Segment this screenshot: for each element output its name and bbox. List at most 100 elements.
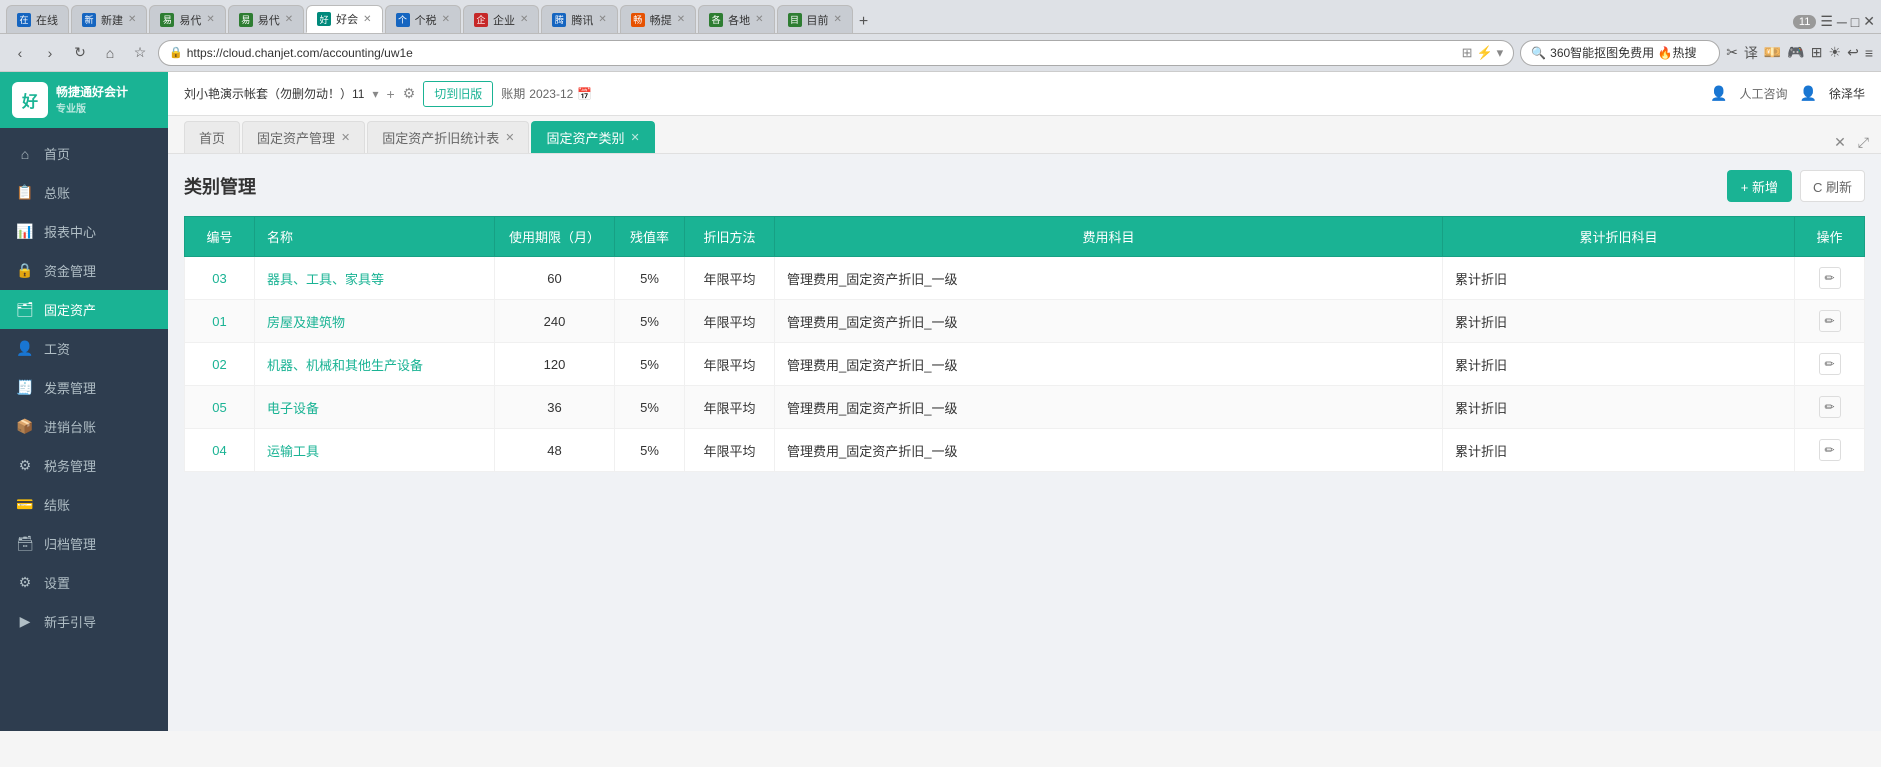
sidebar-item-stock[interactable]: 📦 进销台账 — [0, 407, 168, 446]
menu-icon[interactable]: ≡ — [1865, 45, 1873, 61]
tab-畅提[interactable]: 畅 畅提 ✕ — [620, 5, 696, 33]
tab-目前[interactable]: 目 目前 ✕ — [777, 5, 853, 33]
cell-expense: 管理费用_固定资产折旧_一级 — [775, 257, 1443, 300]
cell-name: 运输工具 — [255, 429, 495, 472]
coupon-icon[interactable]: 💴 — [1764, 44, 1781, 61]
translate-icon[interactable]: 译 — [1744, 43, 1758, 63]
edit-button[interactable]: ✏ — [1819, 353, 1841, 375]
reload-button[interactable]: ↻ — [68, 41, 92, 65]
checkout-icon: 💳 — [16, 496, 34, 513]
tab-close-易代1[interactable]: ✕ — [206, 14, 214, 25]
tab-close-畅提[interactable]: ✕ — [677, 14, 685, 25]
col-header-name: 名称 — [255, 217, 495, 257]
tab-腾讯[interactable]: 腾 腾讯 ✕ — [541, 5, 617, 33]
sidebar-item-capital[interactable]: 🔒 资金管理 — [0, 251, 168, 290]
period-value: 2023-12 — [529, 87, 573, 101]
tab-close-各地[interactable]: ✕ — [755, 14, 763, 25]
add-tab-button[interactable]: + — [853, 13, 874, 31]
home-button[interactable]: ⌂ — [98, 41, 122, 65]
cell-code: 01 — [185, 300, 255, 343]
maximize-panel-icon[interactable]: ⤢ — [1854, 132, 1873, 153]
tab-close-个税[interactable]: ✕ — [442, 14, 450, 25]
sidebar-item-report[interactable]: 📊 报表中心 — [0, 212, 168, 251]
sidebar-item-archive[interactable]: 🗃 归档管理 — [0, 524, 168, 563]
add-account-icon[interactable]: + — [387, 86, 395, 102]
close-panel-icon[interactable]: ✕ — [1830, 132, 1850, 153]
edit-button[interactable]: ✏ — [1819, 310, 1841, 332]
address-input[interactable] — [187, 46, 1458, 60]
tab-新建[interactable]: 新 新建 ✕ — [71, 5, 147, 33]
sidebar-label-guide: 新手引导 — [44, 612, 96, 631]
sidebar-item-settings[interactable]: ⚙ 设置 — [0, 563, 168, 602]
sidebar-item-salary[interactable]: 👤 工资 — [0, 329, 168, 368]
cell-residual: 5% — [615, 343, 685, 386]
page-tab-asset-mgmt-close[interactable]: ✕ — [341, 131, 350, 144]
settings-topbar-icon[interactable]: ⚙ — [403, 85, 416, 102]
sidebar-label-salary: 工资 — [44, 339, 70, 358]
back-button[interactable]: ‹ — [8, 41, 32, 65]
sidebar-item-home[interactable]: ⌂ 首页 — [0, 134, 168, 173]
scissors-icon[interactable]: ✂ — [1726, 44, 1738, 61]
page-tab-home[interactable]: 首页 — [184, 121, 240, 153]
col-header-code: 编号 — [185, 217, 255, 257]
tab-企业[interactable]: 企 企业 ✕ — [463, 5, 539, 33]
dropdown-icon[interactable]: ▾ — [372, 87, 378, 101]
cell-months: 60 — [495, 257, 615, 300]
minimize-icon[interactable]: ─ — [1837, 14, 1847, 30]
cell-residual: 5% — [615, 257, 685, 300]
tab-易代1[interactable]: 易 易代 ✕ — [149, 5, 225, 33]
tab-close-易代2[interactable]: ✕ — [285, 14, 293, 25]
address-dropdown-icon[interactable]: ▾ — [1497, 45, 1504, 61]
cell-code: 04 — [185, 429, 255, 472]
add-button[interactable]: + 新增 — [1727, 170, 1792, 202]
calendar-icon[interactable]: 📅 — [577, 87, 592, 101]
page-tab-asset-category-close[interactable]: ✕ — [631, 131, 640, 144]
tab-close-企业[interactable]: ✕ — [520, 14, 528, 25]
tab-在线[interactable]: 在 在线 — [6, 5, 69, 33]
tab-好会[interactable]: 好 好会 ✕ — [306, 5, 382, 33]
page-tab-asset-category-label: 固定资产类别 — [546, 128, 624, 147]
cell-months: 120 — [495, 343, 615, 386]
refresh-button[interactable]: C 刷新 — [1800, 170, 1865, 202]
page-tab-asset-depreciation[interactable]: 固定资产折旧统计表 ✕ — [367, 121, 529, 153]
customer-service-label[interactable]: 人工咨询 — [1740, 85, 1788, 102]
sidebar-item-invoice[interactable]: 🧾 发票管理 — [0, 368, 168, 407]
sidebar-item-ledger[interactable]: 📋 总账 — [0, 173, 168, 212]
grid-icon[interactable]: ⊞ — [1811, 44, 1823, 61]
tab-close-目前[interactable]: ✕ — [834, 14, 842, 25]
cell-months: 48 — [495, 429, 615, 472]
game-icon[interactable]: 🎮 — [1787, 44, 1804, 61]
page-tab-asset-depreciation-close[interactable]: ✕ — [505, 131, 514, 144]
tab-易代2[interactable]: 易 易代 ✕ — [228, 5, 304, 33]
sidebar-item-fixed-asset[interactable]: 🗂 固定资产 — [0, 290, 168, 329]
page-tab-asset-category[interactable]: 固定资产类别 ✕ — [531, 121, 654, 153]
tab-各地[interactable]: 各 各地 ✕ — [698, 5, 774, 33]
close-icon[interactable]: ✕ — [1863, 13, 1875, 30]
edit-button[interactable]: ✏ — [1819, 267, 1841, 289]
tab-close-好会[interactable]: ✕ — [363, 14, 371, 25]
forward-button[interactable]: › — [38, 41, 62, 65]
stock-icon: 📦 — [16, 418, 34, 435]
edit-button[interactable]: ✏ — [1819, 396, 1841, 418]
page-tab-asset-mgmt[interactable]: 固定资产管理 ✕ — [242, 121, 365, 153]
undo-icon[interactable]: ↩ — [1847, 44, 1859, 61]
tab-settings-icon[interactable]: ☰ — [1820, 13, 1833, 30]
sidebar-label-home: 首页 — [44, 144, 70, 163]
sidebar-item-checkout[interactable]: 💳 结账 — [0, 485, 168, 524]
tab-close-腾讯[interactable]: ✕ — [598, 14, 606, 25]
bookmark-star-icon[interactable]: ⚡ — [1476, 45, 1492, 61]
table-row: 05 电子设备 36 5% 年限平均 管理费用_固定资产折旧_一级 累计折旧 ✏ — [185, 386, 1865, 429]
sidebar-item-tax[interactable]: ⚙ 税务管理 — [0, 446, 168, 485]
bookmark-button[interactable]: ☆ — [128, 41, 152, 65]
tab-个税[interactable]: 个 个税 ✕ — [385, 5, 461, 33]
sidebar-item-guide[interactable]: ▶ 新手引导 — [0, 602, 168, 641]
sidebar-label-ledger: 总账 — [44, 183, 70, 202]
switch-version-button[interactable]: 切到旧版 — [423, 81, 493, 107]
cell-months: 240 — [495, 300, 615, 343]
maximize-icon[interactable]: □ — [1851, 14, 1859, 30]
edit-button[interactable]: ✏ — [1819, 439, 1841, 461]
tab-close-新建[interactable]: ✕ — [128, 14, 136, 25]
site-info-icon[interactable]: ⊞ — [1462, 45, 1473, 61]
cell-code: 02 — [185, 343, 255, 386]
brightness-icon[interactable]: ☀ — [1829, 44, 1842, 61]
